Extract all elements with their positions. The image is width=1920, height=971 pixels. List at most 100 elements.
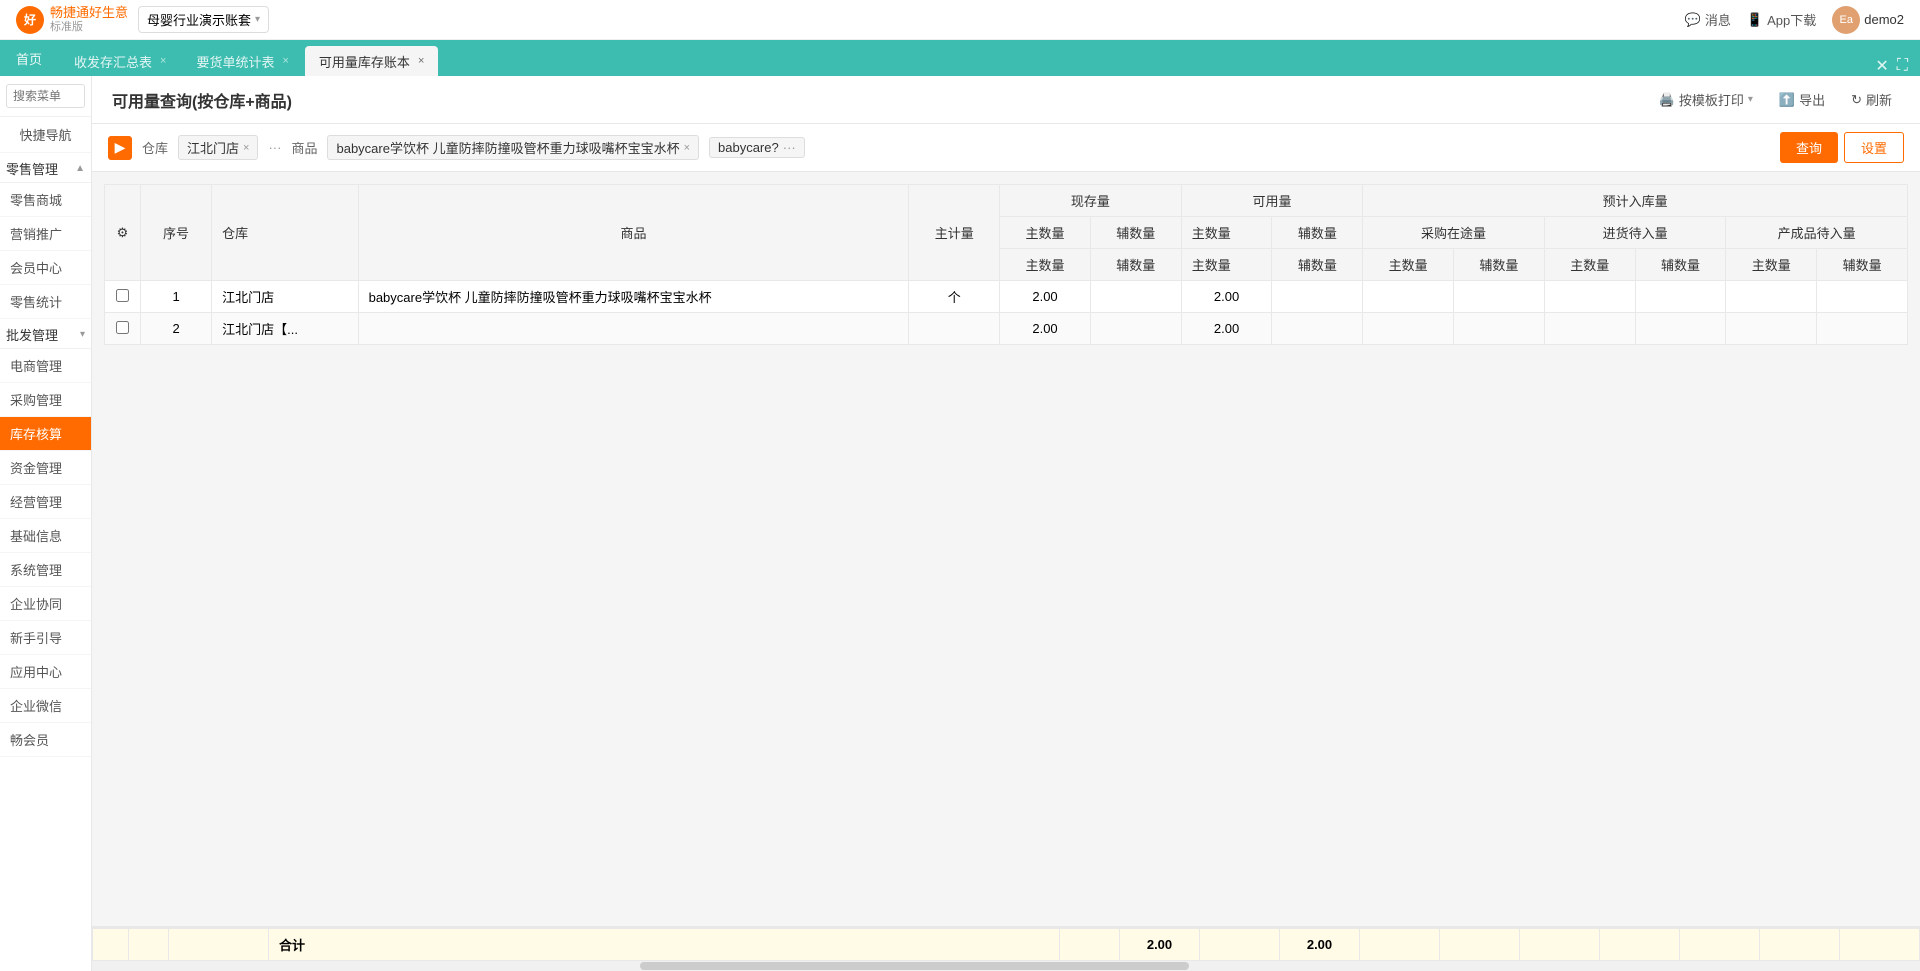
message-btn[interactable]: 💬 消息 [1685, 10, 1731, 29]
cell-avail-main: 2.00 [1181, 281, 1272, 313]
cur-main-qty-header: 主数量 [1000, 249, 1091, 281]
cell-checkbox[interactable] [105, 313, 141, 345]
cell-inc-aux [1635, 313, 1726, 345]
sidebar-section-retail[interactable]: 零售管理 ▲ [0, 153, 91, 183]
prod-main-header: 主数量 [1726, 249, 1817, 281]
cell-warehouse: 江北门店【... [212, 313, 358, 345]
col-unit-header: 主计量 [909, 185, 1000, 281]
cell-inc-main [1544, 281, 1635, 313]
search-input[interactable] [6, 84, 85, 108]
table-footer: 合计 2.00 2.00 [92, 926, 1920, 961]
sidebar-section-wholesale[interactable]: 批发管理 ▾ [0, 319, 91, 349]
cell-pur-aux [1454, 313, 1545, 345]
edition-badge: 标准版 [50, 21, 128, 34]
sidebar-item-inventory[interactable]: 库存核算 [0, 417, 91, 451]
cell-pur-main [1363, 281, 1454, 313]
sidebar-item-app-center[interactable]: 应用中心 [0, 655, 91, 689]
warehouse-filter-tag[interactable]: 江北门店 × [178, 135, 258, 160]
tab-recv-send[interactable]: 收发存汇总表 × [60, 46, 180, 76]
cur-main-header: 主数量 [1000, 217, 1091, 249]
footer-avail-main: 2.00 [1280, 929, 1360, 961]
col-settings[interactable]: ⚙ [105, 185, 141, 281]
data-table: ⚙ 序号 仓库 商品 主计量 现存量 可用量 预计入库量 主数量 辅数量 主数量 [104, 184, 1908, 345]
sidebar-item-enterprise-wechat[interactable]: 企业微信 [0, 689, 91, 723]
sidebar-item-vip[interactable]: 畅会员 [0, 723, 91, 757]
inc-aux-header: 辅数量 [1635, 249, 1726, 281]
tab-home[interactable]: 首页 [0, 40, 58, 76]
logo-text: 畅捷通好生意 标准版 [50, 5, 128, 34]
export-btn[interactable]: ⬆️ 导出 [1771, 86, 1833, 113]
top-bar-left: 好 畅捷通好生意 标准版 母婴行业演示账套 ▾ [16, 5, 269, 34]
warehouse-tag-close[interactable]: × [243, 142, 249, 154]
sidebar-item-enterprise[interactable]: 企业协同 [0, 587, 91, 621]
print-btn[interactable]: 🖨️ 按模板打印 ▾ [1651, 86, 1761, 113]
product-tag1-close[interactable]: × [684, 142, 690, 154]
cell-warehouse: 江北门店 [212, 281, 358, 313]
avail-main-qty-header: 主数量 [1181, 249, 1272, 281]
cell-cur-main: 2.00 [1000, 313, 1091, 345]
sidebar-item-ecommerce[interactable]: 电商管理 [0, 349, 91, 383]
tab-bar: 首页 收发存汇总表 × 要货单统计表 × 可用量库存账本 × ✕ ⛶ [0, 40, 1920, 76]
logo-icon: 好 [16, 6, 44, 34]
refresh-btn[interactable]: ↻ 刷新 [1843, 86, 1900, 113]
pur-main-header: 主数量 [1363, 249, 1454, 281]
cell-no: 1 [141, 281, 212, 313]
sidebar-item-newbie[interactable]: 新手引导 [0, 621, 91, 655]
tenant-selector[interactable]: 母婴行业演示账套 ▾ [138, 6, 269, 33]
sidebar-item-quick-nav[interactable]: 快捷导航 [0, 117, 91, 153]
sidebar-search [0, 76, 91, 117]
tab-close-recv-send[interactable]: × [160, 55, 166, 67]
user-menu[interactable]: Ea demo2 [1832, 6, 1904, 34]
sidebar-item-retail-stats[interactable]: 零售统计 [0, 285, 91, 319]
close-all-icon[interactable]: ✕ [1875, 56, 1888, 76]
logo-area: 好 畅捷通好生意 标准版 [16, 5, 128, 34]
sidebar-item-basic-info[interactable]: 基础信息 [0, 519, 91, 553]
product-filter-tag2[interactable]: babycare? ··· [709, 137, 805, 158]
table-container[interactable]: ⚙ 序号 仓库 商品 主计量 现存量 可用量 预计入库量 主数量 辅数量 主数量 [92, 172, 1920, 926]
app-download-btn[interactable]: 📱 App下载 [1747, 10, 1816, 29]
cell-unit: 个 [909, 281, 1000, 313]
tab-available-stock[interactable]: 可用量库存账本 × [305, 46, 438, 76]
col-product-header: 商品 [358, 185, 909, 281]
cell-cur-aux [1090, 313, 1181, 345]
main-layout: 快捷导航 零售管理 ▲ 零售商城 营销推广 会员中心 零售统计 批发管理 ▾ 电… [0, 76, 1920, 971]
cell-avail-aux [1272, 313, 1363, 345]
sidebar-item-member-center[interactable]: 会员中心 [0, 251, 91, 285]
avail-aux-qty-header: 辅数量 [1272, 249, 1363, 281]
sidebar-item-finance[interactable]: 资金管理 [0, 451, 91, 485]
col-warehouse-header: 仓库 [212, 185, 358, 281]
query-button[interactable]: 查询 [1780, 132, 1838, 163]
cell-cur-main: 2.00 [1000, 281, 1091, 313]
page-title: 可用量查询(按仓库+商品) [112, 88, 292, 112]
tab-close-order-stats[interactable]: × [282, 55, 288, 67]
sidebar-item-purchase[interactable]: 采购管理 [0, 383, 91, 417]
sidebar-item-marketing[interactable]: 营销推广 [0, 217, 91, 251]
cell-avail-main: 2.00 [1181, 313, 1272, 345]
cell-pur-aux [1454, 281, 1545, 313]
product-tag2-more[interactable]: ··· [783, 140, 796, 155]
tab-order-stats[interactable]: 要货单统计表 × [182, 46, 302, 76]
print-chevron-icon: ▾ [1748, 94, 1753, 105]
cell-inc-aux [1635, 281, 1726, 313]
cell-no: 2 [141, 313, 212, 345]
sidebar-item-system[interactable]: 系统管理 [0, 553, 91, 587]
filter-actions: 查询 设置 [1780, 132, 1904, 163]
filter-toggle-btn[interactable]: ▶ [108, 136, 132, 160]
warehouse-more-icon[interactable]: ··· [268, 140, 281, 155]
sidebar-item-operations[interactable]: 经营管理 [0, 485, 91, 519]
fullscreen-icon[interactable]: ⛶ [1897, 57, 1908, 75]
setting-button[interactable]: 设置 [1844, 132, 1904, 163]
page-actions: 🖨️ 按模板打印 ▾ ⬆️ 导出 ↻ 刷新 [1651, 86, 1900, 113]
tab-close-available-stock[interactable]: × [418, 55, 424, 67]
footer-label: 合计 [269, 929, 1060, 961]
cell-product [358, 313, 909, 345]
cell-prod-main [1726, 281, 1817, 313]
print-icon: 🖨️ [1659, 92, 1675, 108]
cell-checkbox[interactable] [105, 281, 141, 313]
footer-cur-main: 2.00 [1120, 929, 1200, 961]
chevron-down-icon: ▾ [80, 329, 85, 340]
product-filter-tag1[interactable]: babycare学饮杯 儿童防摔防撞吸管杯重力球吸嘴杯宝宝水杯 × [327, 135, 699, 160]
bottom-scrollbar[interactable] [92, 961, 1920, 971]
sidebar-item-retail-mall[interactable]: 零售商城 [0, 183, 91, 217]
inc-main-header: 主数量 [1544, 249, 1635, 281]
